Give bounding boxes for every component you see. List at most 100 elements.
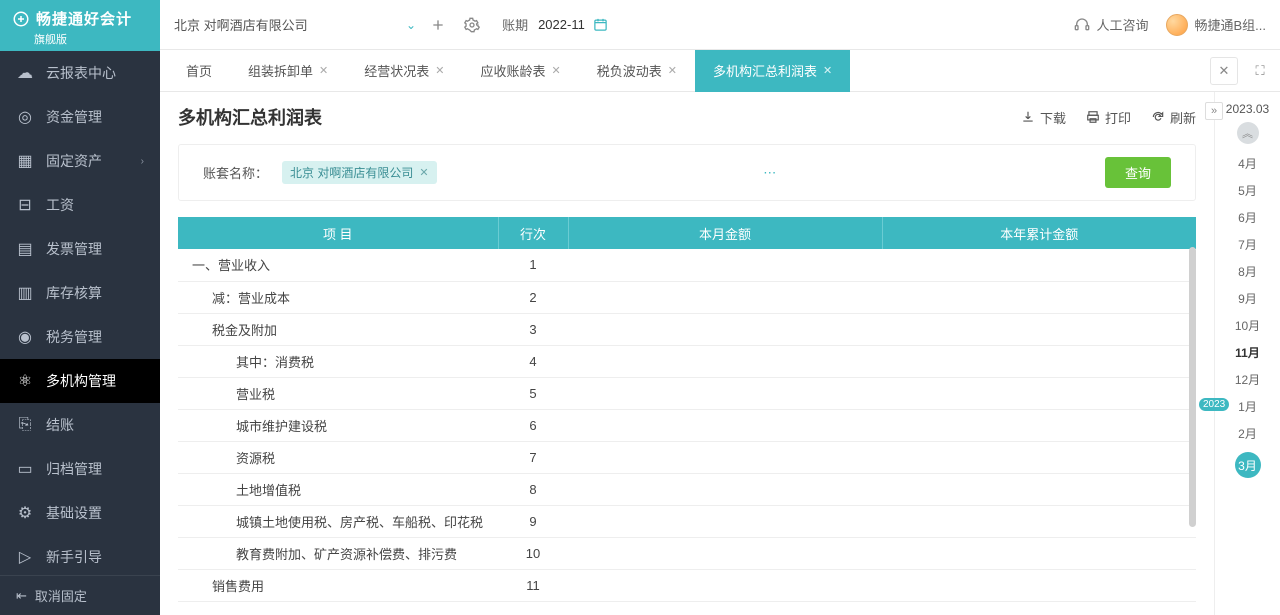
calendar-icon[interactable] [593,17,608,32]
sidebar-item-2[interactable]: ▦固定资产› [0,139,160,183]
sidebar-menu: ☁云报表中心◎资金管理▦固定资产›⊟工资▤发票管理▥库存核算◉税务管理⚛多机构管… [0,51,160,575]
tab-close-icon[interactable]: ✕ [668,64,677,77]
cell-line: 5 [498,377,568,409]
topbar: 北京 对啊酒店有限公司 ⌄ 账期 2022-11 人工咨询 [160,0,1280,50]
cell-year [882,409,1196,441]
tab-4[interactable]: 税负波动表 ✕ [579,50,695,92]
page-title: 多机构汇总利润表 [178,104,322,130]
cell-item: 教育费附加、矿产资源补偿费、排污费 [178,537,498,569]
table-row: 销售费用11 [178,569,1196,601]
menu-label: 发票管理 [46,239,102,259]
filter-tag-text: 北京 对啊酒店有限公司 [290,164,413,181]
cell-month [568,441,882,473]
rail-up-icon[interactable]: ︽ [1237,122,1259,144]
sidebar-item-9[interactable]: ▭归档管理 [0,447,160,491]
close-all-tabs-button[interactable]: ✕ [1210,57,1238,85]
cell-line: 11 [498,569,568,601]
fullscreen-button[interactable]: ⛶ [1246,57,1274,85]
tab-3[interactable]: 应收账龄表✕ [462,50,578,92]
table-row: 资源税7 [178,441,1196,473]
rail-month-11[interactable]: 3月 [1215,447,1280,483]
sidebar-item-4[interactable]: ▤发票管理 [0,227,160,271]
tab-1[interactable]: 组装拆卸单✕ [230,50,346,92]
table-row: 税金及附加3 [178,313,1196,345]
query-button[interactable]: 查询 [1105,157,1171,188]
cell-month [568,377,882,409]
tab-close-icon[interactable]: ✕ [319,64,328,77]
download-button[interactable]: 下载 [1021,108,1066,127]
rail-year[interactable]: 2023.03 [1226,102,1269,116]
rail-month-1[interactable]: 5月 [1215,177,1280,204]
rail-month-6[interactable]: 10月 [1215,312,1280,339]
rail-month-8[interactable]: 12月 [1215,366,1280,393]
sidebar-unpin[interactable]: ⇤ 取消固定 [0,575,160,615]
cell-item: 城镇土地使用税、房产税、车船税、印花税 [178,505,498,537]
tab-5[interactable]: 多机构汇总利润表 ✕ [695,50,850,92]
cell-month [568,281,882,313]
tab-0[interactable]: 首页 [168,50,230,92]
cell-month [568,313,882,345]
tab-close-icon[interactable]: ✕ [552,64,561,77]
cell-line: 8 [498,473,568,505]
rail-month-10[interactable]: 2月 [1215,420,1280,447]
gear-icon[interactable] [460,13,484,37]
cell-year [882,505,1196,537]
sidebar-item-5[interactable]: ▥库存核算 [0,271,160,315]
tab-label: 多机构汇总利润表 [713,61,817,80]
refresh-button[interactable]: 刷新 [1151,108,1196,127]
tab-label: 首页 [186,61,212,80]
cell-month [568,537,882,569]
scrollbar[interactable] [1189,247,1196,527]
th-year: 本年累计金额 [882,217,1196,249]
sidebar-item-3[interactable]: ⊟工资 [0,183,160,227]
filter-card: 账套名称： 北京 对啊酒店有限公司 ✕ ⋯ 查询 [178,144,1196,201]
headset-icon [1074,17,1090,33]
th-month: 本月金额 [568,217,882,249]
tag-remove-icon[interactable]: ✕ [419,166,428,179]
rail-month-7[interactable]: 11月 [1215,339,1280,366]
sidebar-item-8[interactable]: ⎘结账 [0,403,160,447]
menu-label: 结账 [46,415,74,435]
tab-2[interactable]: 经营状况表✕ [346,50,462,92]
menu-icon: ⊟ [16,196,34,214]
sidebar-item-0[interactable]: ☁云报表中心 [0,51,160,95]
filter-more-icon[interactable]: ⋯ [437,165,1105,181]
print-button[interactable]: 打印 [1086,108,1131,127]
rail-month-0[interactable]: 4月 [1215,150,1280,177]
cell-line: 2 [498,281,568,313]
cell-item: 资源税 [178,441,498,473]
sidebar-item-10[interactable]: ⚙基础设置 [0,491,160,535]
cell-year [882,313,1196,345]
tab-label: 税负波动表 [597,61,662,80]
consult-label: 人工咨询 [1096,15,1148,34]
cell-item: 其中：消费税 [178,345,498,377]
rail-expand-icon[interactable]: » [1205,102,1223,120]
menu-icon: ☁ [16,64,34,82]
sidebar-footer-label: 取消固定 [35,586,87,605]
tab-close-icon[interactable]: ✕ [435,64,444,77]
cell-line: 10 [498,537,568,569]
tab-close-icon[interactable]: ✕ [823,64,832,77]
add-icon[interactable] [426,13,450,37]
sidebar-item-6[interactable]: ◉税务管理 [0,315,160,359]
sidebar-item-1[interactable]: ◎资金管理 [0,95,160,139]
rail-month-3[interactable]: 7月 [1215,231,1280,258]
avatar-icon [1166,14,1188,36]
cell-year [882,473,1196,505]
cell-year [882,537,1196,569]
user-menu[interactable]: 畅捷通B组... [1166,14,1266,36]
cell-year [882,569,1196,601]
rail-month-9[interactable]: 20231月 [1215,393,1280,420]
brand-edition: 旗舰版 [34,31,148,47]
rail-month-4[interactable]: 8月 [1215,258,1280,285]
table-wrap: 项 目 行次 本月金额 本年累计金额 一、营业收入1减：营业成本2税金及附加3其… [178,217,1196,615]
sidebar-item-11[interactable]: ▷新手引导 [0,535,160,575]
org-selector[interactable]: 北京 对啊酒店有限公司 ⌄ [174,15,416,34]
rail-month-5[interactable]: 9月 [1215,285,1280,312]
cell-item: 税金及附加 [178,313,498,345]
rail-month-2[interactable]: 6月 [1215,204,1280,231]
download-label: 下载 [1040,108,1066,127]
consult-button[interactable]: 人工咨询 [1074,15,1148,34]
sidebar-item-7[interactable]: ⚛多机构管理 [0,359,160,403]
filter-tag[interactable]: 北京 对啊酒店有限公司 ✕ [282,161,437,184]
